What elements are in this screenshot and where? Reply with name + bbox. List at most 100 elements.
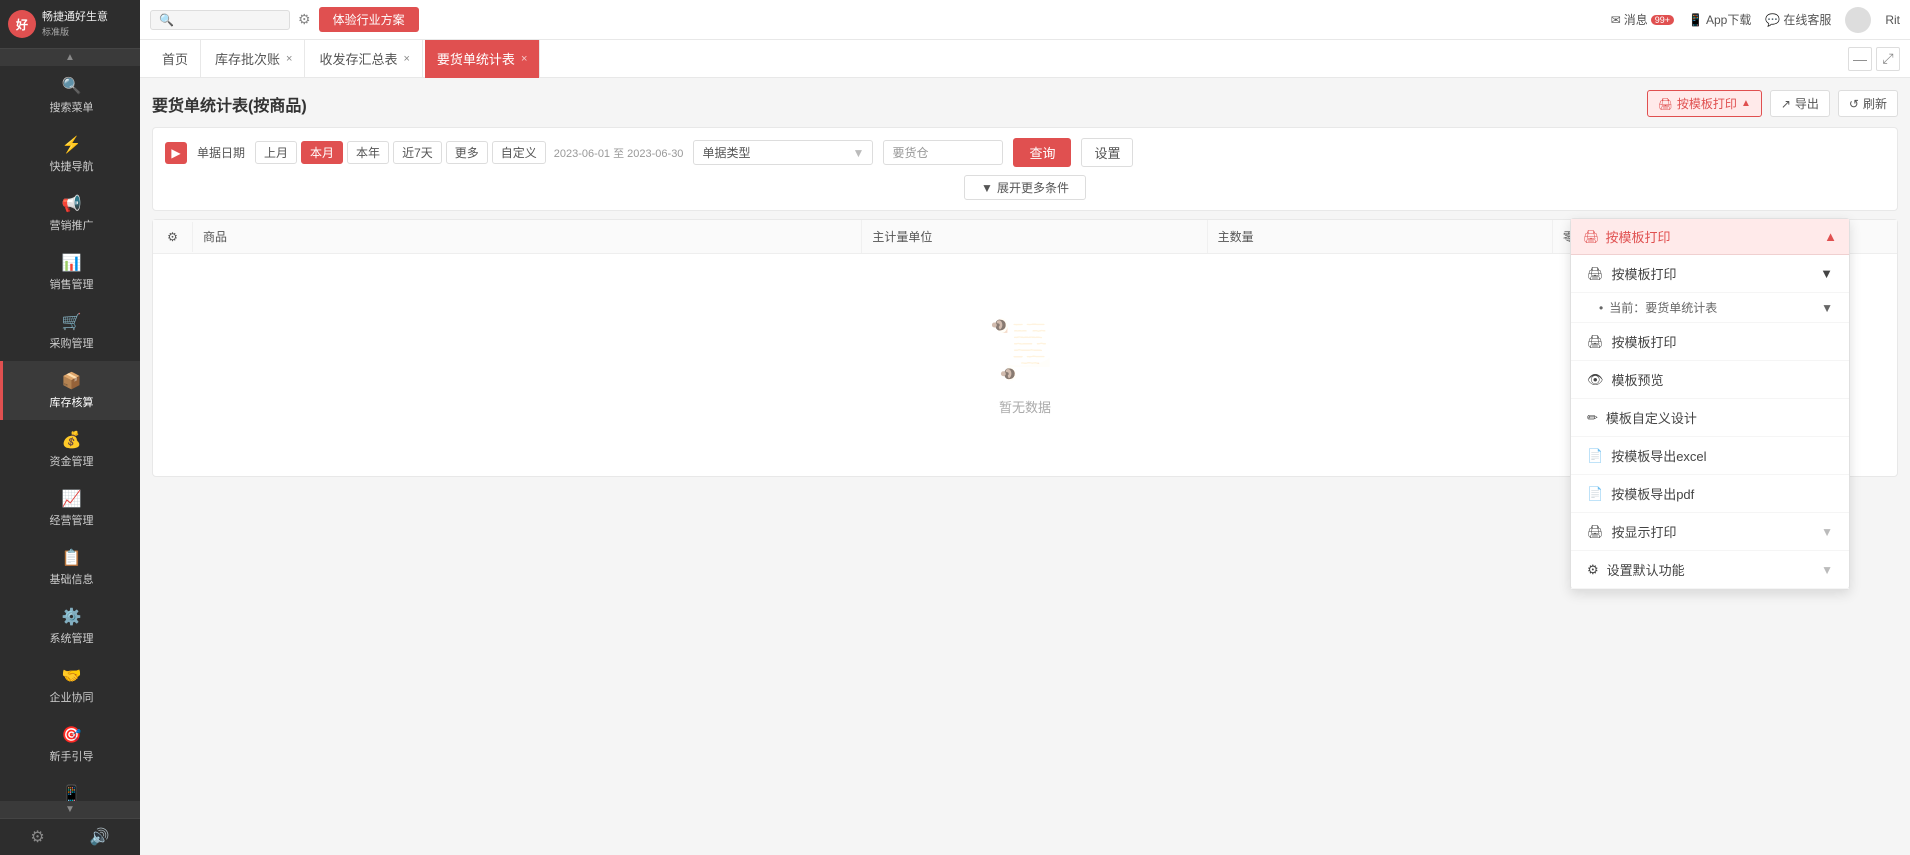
sidebar-item-basic-label: 基础信息 <box>50 571 94 587</box>
goods-placeholder-text: 要货仓 <box>892 144 928 161</box>
logo-info: 畅捷通好生意 标准版 <box>42 10 108 37</box>
dropdown-template-preview[interactable]: 👁 模板预览 <box>1571 361 1849 399</box>
sidebar-item-inventory[interactable]: 📦 库存核算 <box>0 361 140 420</box>
sidebar-item-enterprise[interactable]: 🤝 企业协同 <box>0 656 140 715</box>
online-service-button[interactable]: 💬 在线客服 <box>1765 11 1831 28</box>
goods-filter[interactable]: 要货仓 <box>883 140 1003 165</box>
refresh-icon: ↺ <box>1849 97 1859 111</box>
tab-home[interactable]: 首页 <box>150 40 201 78</box>
display-print-label: 按显示打印 <box>1612 522 1677 541</box>
dropdown-display-print[interactable]: 🖨 按显示打印 ▼ <box>1571 513 1849 551</box>
sidebar-item-purchase-label: 采购管理 <box>50 335 94 351</box>
print-header-icon: 🖨 <box>1583 229 1600 245</box>
sidebar-scroll-up[interactable]: ▲ <box>0 49 140 66</box>
current-month-button[interactable]: 本月 <box>301 141 343 164</box>
dropdown-current-template-sub[interactable]: • 当前：要货单统计表 ▼ <box>1571 293 1849 323</box>
finance-icon: 💰 <box>62 430 82 450</box>
avatar[interactable] <box>1845 7 1871 33</box>
tab-inventory-batch-label: 库存批次账 <box>215 49 280 68</box>
sidebar-item-search[interactable]: 🔍 搜索菜单 <box>0 66 140 125</box>
app-name: 畅捷通好生意 <box>42 10 108 24</box>
template-print-label: 按模板打印 <box>1612 332 1677 351</box>
sidebar-item-sales[interactable]: 📊 销售管理 <box>0 243 140 302</box>
current-template-icon: 🖨 <box>1587 266 1604 282</box>
sidebar-item-system-label: 系统管理 <box>50 630 94 646</box>
basic-icon: 📋 <box>62 548 82 568</box>
tab-receive-summary[interactable]: 收发存汇总表 × <box>307 40 422 78</box>
dropdown-export-excel[interactable]: 📄 按模板导出excel <box>1571 437 1849 475</box>
custom-date-button[interactable]: 自定义 <box>492 141 546 164</box>
dropdown-set-default[interactable]: ⚙ 设置默认功能 ▼ <box>1571 551 1849 589</box>
inventory-icon: 📦 <box>62 371 82 391</box>
tab-inventory-batch-close[interactable]: × <box>286 53 292 65</box>
sidebar-item-app-center[interactable]: 📱 应用中心 <box>0 774 140 801</box>
column-settings-icon[interactable]: ⚙ <box>167 230 178 244</box>
settings-button[interactable]: 设置 <box>1081 138 1133 167</box>
prev-month-button[interactable]: 上月 <box>255 141 297 164</box>
refresh-button[interactable]: ↺ 刷新 <box>1838 90 1898 117</box>
sidebar-item-system[interactable]: ⚙️ 系统管理 <box>0 597 140 656</box>
print-template-chevron-icon: ▲ <box>1741 98 1751 109</box>
tab-minimize-button[interactable]: — <box>1848 47 1872 71</box>
sidebar-item-inventory-label: 库存核算 <box>50 394 94 410</box>
sidebar-item-basic[interactable]: 📋 基础信息 <box>0 538 140 597</box>
sidebar-scroll-down[interactable]: ▼ <box>0 801 140 818</box>
newbie-icon: 🎯 <box>62 725 82 745</box>
tab-receive-summary-close[interactable]: × <box>403 53 409 65</box>
last7days-button[interactable]: 近7天 <box>393 141 442 164</box>
tab-order-stats-label: 要货单统计表 <box>437 49 515 68</box>
app-download-button[interactable]: 📱 App下载 <box>1688 11 1751 28</box>
tab-receive-summary-label: 收发存汇总表 <box>319 49 397 68</box>
filter-expand-arrow[interactable]: ▶ <box>165 142 187 164</box>
dropdown-export-pdf[interactable]: 📄 按模板导出pdf <box>1571 475 1849 513</box>
set-default-arrow-icon: ▼ <box>1821 563 1833 577</box>
date-range-text: 2023-06-01 至 2023-06-30 <box>554 145 684 161</box>
export-pdf-icon: 📄 <box>1587 486 1603 502</box>
tab-order-stats[interactable]: 要货单统计表 × <box>425 40 540 78</box>
col-qty-label: 主数量 <box>1218 230 1254 244</box>
order-type-filter[interactable]: 单据类型 ▼ <box>693 140 873 165</box>
dropdown-template-print[interactable]: 🖨 按模板打印 <box>1571 323 1849 361</box>
app-badge: 标准版 <box>42 25 108 38</box>
topbar-gear-icon[interactable]: ⚙ <box>298 11 311 28</box>
message-button[interactable]: ✉ 消息 99+ <box>1611 11 1674 28</box>
date-filter-label: 单据日期 <box>197 144 245 161</box>
marketing-icon: 📢 <box>62 194 82 214</box>
query-button[interactable]: 查询 <box>1013 138 1071 167</box>
dropdown-template-custom[interactable]: ✏ 模板自定义设计 <box>1571 399 1849 437</box>
operations-icon: 📈 <box>62 489 82 509</box>
print-dropdown-menu: 🖨 按模板打印 ▲ 🖨 按模板打印 ▼ • 当前：要货单统计表 ▼ 🖨 按模板打… <box>1570 218 1850 590</box>
sidebar-item-quick-nav[interactable]: ⚡ 快捷导航 <box>0 125 140 184</box>
sidebar-item-marketing[interactable]: 📢 营销推广 <box>0 184 140 243</box>
user-name: Rit <box>1885 13 1900 27</box>
export-pdf-label: 按模板导出pdf <box>1611 484 1694 503</box>
sidebar-item-finance[interactable]: 💰 资金管理 <box>0 420 140 479</box>
sidebar-item-newbie[interactable]: 🎯 新手引导 <box>0 715 140 774</box>
export-icon: ↗ <box>1781 97 1791 111</box>
tab-expand-button[interactable]: ⤢ <box>1876 47 1900 71</box>
sidebar-item-operations[interactable]: 📈 经营管理 <box>0 479 140 538</box>
expand-more-button[interactable]: ▼ 展开更多条件 <box>964 175 1086 200</box>
tab-order-stats-close[interactable]: × <box>521 53 527 65</box>
trial-button[interactable]: 体验行业方案 <box>319 7 419 32</box>
export-button[interactable]: ↗ 导出 <box>1770 90 1830 117</box>
expand-label: 展开更多条件 <box>997 179 1069 196</box>
dropdown-current-template[interactable]: 🖨 按模板打印 ▼ <box>1571 255 1849 293</box>
topbar-search[interactable]: 🔍 <box>150 10 290 30</box>
print-template-button[interactable]: 🖨 按模板打印 ▲ <box>1647 90 1762 117</box>
more-date-button[interactable]: 更多 <box>446 141 488 164</box>
system-icon: ⚙️ <box>62 607 82 627</box>
current-year-button[interactable]: 本年 <box>347 141 389 164</box>
settings-bottom-icon[interactable]: ⚙ <box>30 827 44 847</box>
volume-bottom-icon[interactable]: 🔊 <box>90 827 110 847</box>
dropdown-header-left: 🖨 按模板打印 <box>1583 227 1671 246</box>
current-sub-icon: • <box>1599 301 1603 315</box>
tab-inventory-batch[interactable]: 库存批次账 × <box>203 40 305 78</box>
main-area: 🔍 ⚙ 体验行业方案 ✉ 消息 99+ 📱 App下载 💬 在线客服 Rit <box>140 0 1910 855</box>
export-excel-icon: 📄 <box>1587 448 1603 464</box>
sidebar-item-purchase[interactable]: 🛒 采购管理 <box>0 302 140 361</box>
search-icon: 🔍 <box>159 13 174 27</box>
dropdown-header[interactable]: 🖨 按模板打印 ▲ <box>1571 219 1849 255</box>
logo-icon: 好 <box>8 10 36 38</box>
sidebar-item-marketing-label: 营销推广 <box>50 217 94 233</box>
